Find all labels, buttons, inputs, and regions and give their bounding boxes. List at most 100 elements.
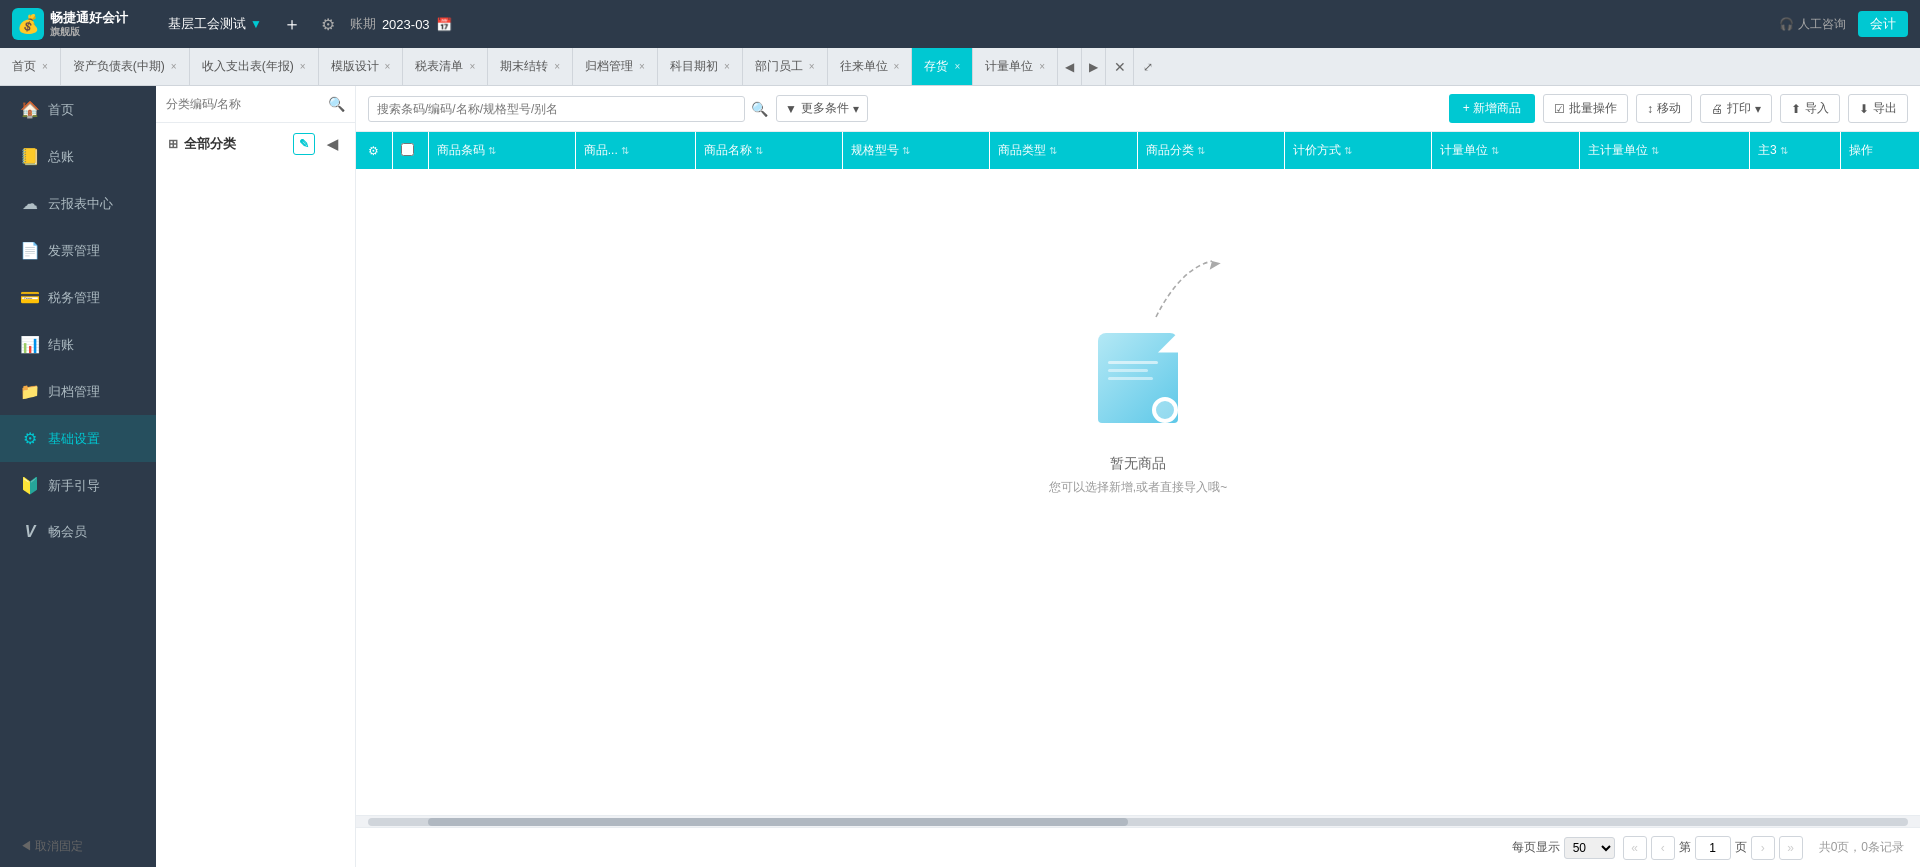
period-value: 2023-03	[382, 17, 430, 32]
company-selector[interactable]: 基层工会测试 ▼	[160, 11, 270, 37]
collapse-panel-button[interactable]: ◀	[321, 133, 343, 155]
th-spec[interactable]: 规格型号⇅	[843, 132, 990, 169]
tab-income-label: 收入支出表(年报)	[202, 58, 294, 75]
tab-archive-close[interactable]: ×	[639, 61, 645, 72]
next-page-button[interactable]: ›	[1751, 836, 1775, 860]
th-price-method[interactable]: 计价方式⇅	[1284, 132, 1431, 169]
settings-button[interactable]: ⚙	[314, 10, 342, 38]
tab-nav-prev[interactable]: ◀	[1058, 48, 1082, 86]
tab-dept-employee[interactable]: 部门员工 ×	[743, 48, 828, 86]
th-category[interactable]: 商品分类⇅	[1137, 132, 1284, 169]
total-info: 共0页，0条记录	[1819, 839, 1904, 856]
batch-label: 批量操作	[1569, 100, 1617, 117]
cancel-pin-button[interactable]: ◀ 取消固定	[0, 826, 156, 867]
tab-template-label: 模版设计	[331, 58, 379, 75]
ledger-icon: 📒	[20, 147, 40, 166]
print-button[interactable]: 🖨 打印 ▾	[1700, 94, 1772, 123]
doc-fold	[1158, 333, 1178, 353]
category-search-icon[interactable]: 🔍	[328, 96, 345, 112]
per-page-select[interactable]: 10 20 50 100	[1564, 837, 1615, 859]
th-type[interactable]: 商品类型⇅	[990, 132, 1137, 169]
guide-icon: 🔰	[20, 476, 40, 495]
import-button[interactable]: ⬆ 导入	[1780, 94, 1840, 123]
add-category-button[interactable]: ✎	[293, 133, 315, 155]
tab-home-close[interactable]: ×	[42, 61, 48, 72]
th-checkbox[interactable]	[392, 132, 428, 169]
help-button[interactable]: 🎧 人工咨询	[1779, 16, 1846, 33]
sidebar-item-member[interactable]: V 畅会员	[0, 509, 156, 555]
move-button[interactable]: ↕ 移动	[1636, 94, 1692, 123]
tab-subject-init-close[interactable]: ×	[724, 61, 730, 72]
tab-close-all[interactable]: ✕	[1106, 48, 1134, 86]
tab-balance-close[interactable]: ×	[171, 61, 177, 72]
tab-archive[interactable]: 归档管理 ×	[573, 48, 658, 86]
archive-icon: 📁	[20, 382, 40, 401]
tab-inventory-close[interactable]: ×	[954, 61, 960, 72]
tab-inventory[interactable]: 存货 ×	[912, 48, 973, 86]
search-button[interactable]: 🔍	[751, 101, 768, 117]
sidebar-item-guide[interactable]: 🔰 新手引导	[0, 462, 156, 509]
sidebar-item-report[interactable]: ☁ 云报表中心	[0, 180, 156, 227]
tab-tax-close[interactable]: ×	[469, 61, 475, 72]
sidebar-item-basic-settings-label: 基础设置	[48, 430, 100, 448]
th-code[interactable]: 商品...⇅	[575, 132, 695, 169]
sort-unit-icon: ⇅	[1491, 145, 1499, 156]
sidebar-item-basic-settings[interactable]: ⚙ 基础设置	[0, 415, 156, 462]
help-icon: 🎧	[1779, 17, 1794, 31]
tab-home[interactable]: 首页 ×	[0, 48, 61, 86]
tab-subject-init[interactable]: 科目期初 ×	[658, 48, 743, 86]
account-button[interactable]: 会计	[1858, 11, 1908, 37]
add-tab-button[interactable]: ＋	[278, 10, 306, 38]
tab-period-end-close[interactable]: ×	[554, 61, 560, 72]
batch-operation-button[interactable]: ☑ 批量操作	[1543, 94, 1628, 123]
th-name[interactable]: 商品名称⇅	[695, 132, 842, 169]
tab-period-end[interactable]: 期末结转 ×	[488, 48, 573, 86]
tab-customer[interactable]: 往来单位 ×	[828, 48, 913, 86]
tab-balance[interactable]: 资产负债表(中期) ×	[61, 48, 190, 86]
table-panel: 🔍 ▼ 更多条件 ▾ + 新增商品 ☑ 批量操作 ↕ 移动	[356, 86, 1920, 867]
tab-template-close[interactable]: ×	[385, 61, 391, 72]
tab-nav-next[interactable]: ▶	[1082, 48, 1106, 86]
sidebar-item-archive[interactable]: 📁 归档管理	[0, 368, 156, 415]
tab-income-close[interactable]: ×	[300, 61, 306, 72]
tab-template[interactable]: 模版设计 ×	[319, 48, 404, 86]
all-category-label[interactable]: 全部分类	[184, 135, 236, 153]
tab-customer-close[interactable]: ×	[894, 61, 900, 72]
calendar-icon[interactable]: 📅	[436, 17, 452, 32]
tab-unit[interactable]: 计量单位 ×	[973, 48, 1058, 86]
tab-unit-close[interactable]: ×	[1039, 61, 1045, 72]
sidebar-item-settlement[interactable]: 📊 结账	[0, 321, 156, 368]
tab-expand[interactable]: ⤢	[1134, 48, 1162, 86]
tab-tax[interactable]: 税表清单 ×	[403, 48, 488, 86]
tab-dept-employee-close[interactable]: ×	[809, 61, 815, 72]
dropdown-icon: ▼	[250, 17, 262, 31]
tab-income[interactable]: 收入支出表(年报) ×	[190, 48, 319, 86]
top-bar: 💰 畅捷通好会计 旗舰版 基层工会测试 ▼ ＋ ⚙ 账期 2023-03 📅 🎧…	[0, 0, 1920, 48]
sort-main-unit-icon: ⇅	[1651, 145, 1659, 156]
sidebar-item-ledger[interactable]: 📒 总账	[0, 133, 156, 180]
last-page-button[interactable]: »	[1779, 836, 1803, 860]
sidebar-item-invoice[interactable]: 📄 发票管理	[0, 227, 156, 274]
scrollbar-area[interactable]	[356, 815, 1920, 827]
add-product-button[interactable]: + 新增商品	[1449, 94, 1535, 123]
search-bar: 🔍	[368, 96, 768, 122]
th-main-unit[interactable]: 主计量单位⇅	[1579, 132, 1750, 169]
th-settings[interactable]: ⚙	[356, 132, 392, 169]
th-barcode[interactable]: 商品条码⇅	[428, 132, 575, 169]
tab-subject-init-label: 科目期初	[670, 58, 718, 75]
search-input[interactable]	[368, 96, 745, 122]
arrow-dashed-icon	[1148, 253, 1228, 333]
first-page-button[interactable]: «	[1623, 836, 1647, 860]
export-button[interactable]: ⬇ 导出	[1848, 94, 1908, 123]
scrollbar-thumb[interactable]	[428, 818, 1128, 826]
sidebar-item-home[interactable]: 🏠 首页	[0, 86, 156, 133]
more-filter-button[interactable]: ▼ 更多条件 ▾	[776, 95, 868, 122]
sidebar-item-invoice-label: 发票管理	[48, 242, 100, 260]
th-col3[interactable]: 主3⇅	[1750, 132, 1840, 169]
sidebar-item-tax[interactable]: 💳 税务管理	[0, 274, 156, 321]
category-search-input[interactable]	[166, 97, 322, 111]
page-number-input[interactable]	[1695, 836, 1731, 860]
select-all-checkbox[interactable]	[401, 143, 414, 156]
th-unit[interactable]: 计量单位⇅	[1432, 132, 1579, 169]
prev-page-button[interactable]: ‹	[1651, 836, 1675, 860]
